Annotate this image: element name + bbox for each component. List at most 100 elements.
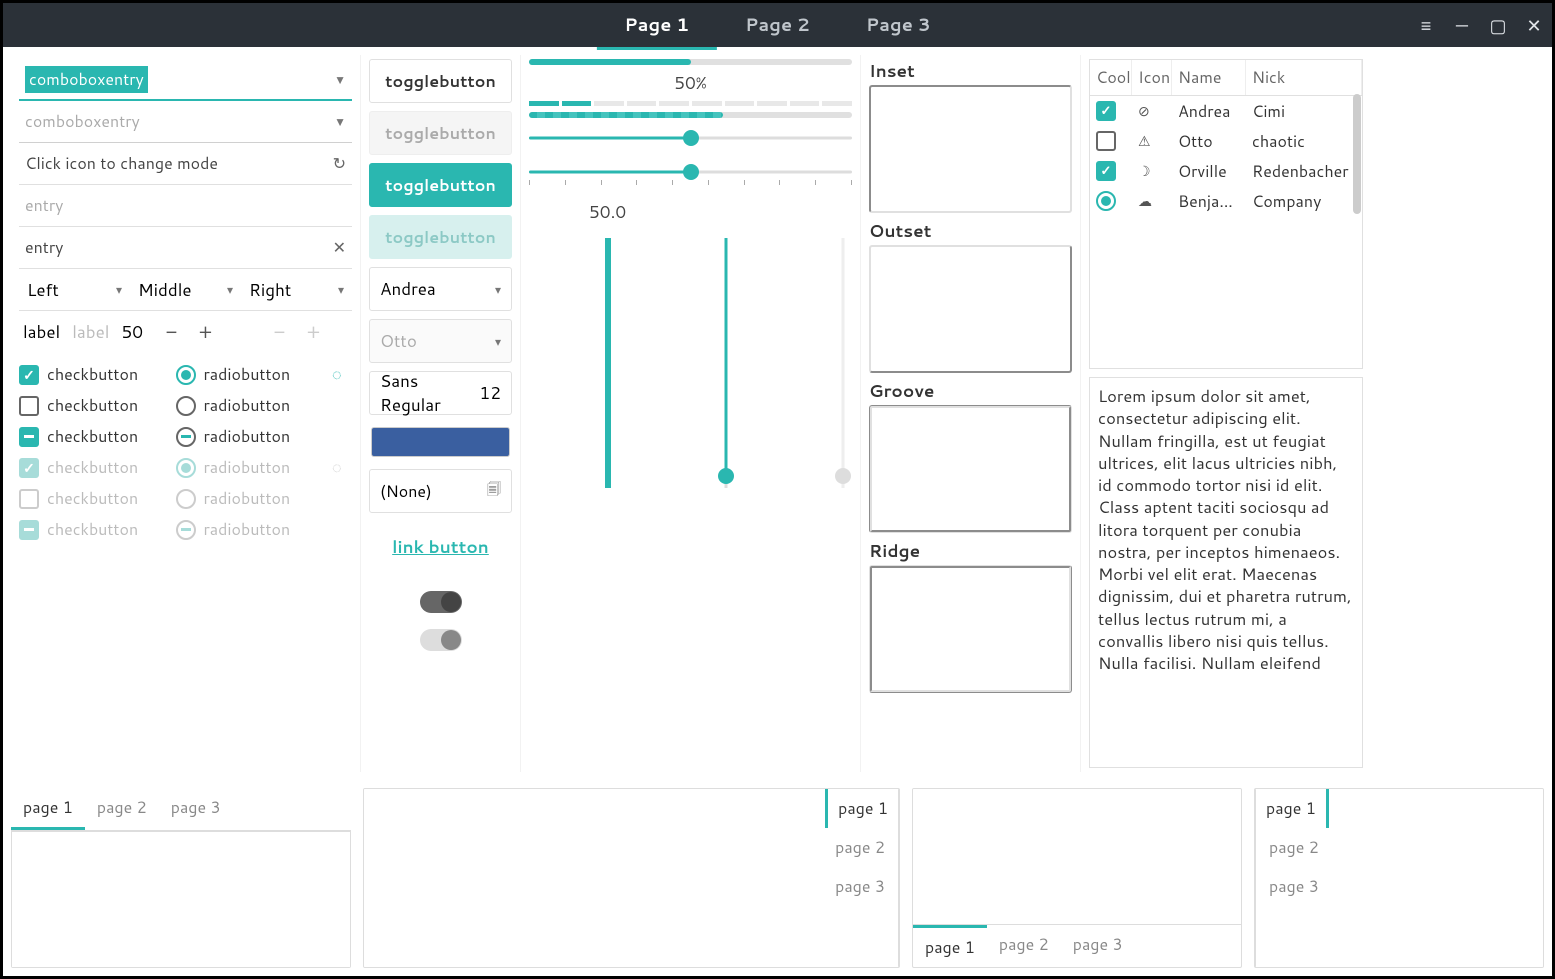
col-header-cool[interactable]: Cool <box>1090 60 1132 95</box>
row-check-icon[interactable] <box>1096 161 1116 181</box>
radio-icon <box>176 489 196 509</box>
row-check-icon[interactable] <box>1096 131 1116 151</box>
combo-value: comboboxentry <box>25 66 148 93</box>
font-chooser-button[interactable]: Sans Regular12 <box>369 371 512 415</box>
mode-entry[interactable]: Click icon to change mode ↻ <box>19 143 352 185</box>
checkbutton[interactable]: checkbutton <box>19 425 170 448</box>
frame-label-ridge: Ridge <box>869 539 1072 563</box>
radiobutton[interactable]: radiobutton <box>176 425 327 448</box>
frame-inset <box>869 85 1072 213</box>
checkbox-icon <box>19 489 39 509</box>
nb-tab-2[interactable]: page 2 <box>1256 828 1329 867</box>
comboboxentry-disabled: comboboxentry ▼ <box>19 101 352 143</box>
frame-ridge <box>869 565 1072 693</box>
table-row[interactable]: ⚠ Otto chaotic <box>1090 126 1362 156</box>
scale-v2[interactable] <box>717 238 735 488</box>
nb-tab-2[interactable]: page 2 <box>987 925 1061 967</box>
radiobutton[interactable]: radiobutton <box>176 394 327 417</box>
checkbutton[interactable]: checkbutton <box>19 363 170 386</box>
maximize-icon[interactable]: ▢ <box>1480 3 1516 47</box>
table-row[interactable]: ☽ Orville Redenbacher <box>1090 156 1362 186</box>
col-header-icon[interactable]: Icon <box>1132 60 1172 95</box>
checkbutton[interactable]: checkbutton <box>19 394 170 417</box>
entry-with-clear[interactable]: entry ✕ <box>19 227 352 269</box>
nb-tab-1[interactable]: page 1 <box>11 788 85 830</box>
cell-name: Otto <box>1172 128 1246 155</box>
togglebutton-active[interactable]: togglebutton <box>369 163 512 207</box>
radiobutton[interactable]: radiobutton <box>176 363 327 386</box>
nb-tab-2[interactable]: page 2 <box>825 828 898 867</box>
name-dropdown[interactable]: Andrea▾ <box>369 267 512 311</box>
dropdown-left[interactable]: Left▾ <box>19 269 130 311</box>
dropdown-label: Right <box>249 278 291 302</box>
file-chooser-button[interactable]: (None)🗐 <box>369 469 512 513</box>
refresh-icon[interactable]: ↻ <box>333 152 346 175</box>
dropdown-right[interactable]: Right▾ <box>241 269 352 311</box>
textview[interactable]: Lorem ipsum dolor sit amet, consectetur … <box>1089 377 1363 768</box>
entry-placeholder[interactable]: entry <box>19 185 352 227</box>
nb-tab-3[interactable]: page 3 <box>159 788 233 830</box>
nb-tab-3[interactable]: page 3 <box>1256 867 1329 906</box>
togglebutton[interactable]: togglebutton <box>369 59 512 103</box>
clear-icon[interactable]: ✕ <box>333 236 346 259</box>
row-icon: ☁ <box>1138 191 1152 211</box>
tab-page-1[interactable]: Page 1 <box>596 1 717 50</box>
minimize-icon[interactable]: — <box>1444 3 1480 47</box>
nb-tab-1[interactable]: page 1 <box>913 925 987 967</box>
dropdown-middle[interactable]: Middle▾ <box>130 269 241 311</box>
treeview[interactable]: Cool Icon Name Nick ⊘ Andrea Cimi ⚠ Otto… <box>1089 59 1363 369</box>
scrollbar[interactable] <box>1353 94 1361 214</box>
nb-tab-1[interactable]: page 1 <box>1256 789 1329 828</box>
frame-label-groove: Groove <box>869 379 1072 403</box>
close-icon[interactable]: ✕ <box>1516 3 1552 47</box>
switch-on[interactable] <box>420 591 462 613</box>
checkbutton-disabled: checkbutton <box>19 518 170 541</box>
row-radio-icon[interactable] <box>1096 191 1116 211</box>
scale-v1[interactable] <box>599 238 617 488</box>
stepper-minus-icon: − <box>267 320 291 344</box>
check-radio-grid: checkbutton radiobutton ◌ checkbutton ra… <box>19 363 352 541</box>
col-header-nick[interactable]: Nick <box>1246 60 1362 95</box>
link-button[interactable]: link button <box>369 521 512 573</box>
color-chooser-button[interactable] <box>371 427 510 457</box>
row-check-icon[interactable] <box>1096 101 1116 121</box>
nb-tab-1[interactable]: page 1 <box>825 789 898 828</box>
checkbox-icon <box>19 365 39 385</box>
scale-h1[interactable] <box>529 124 852 152</box>
chevron-down-icon: ▾ <box>227 281 233 298</box>
spinner-icon-disabled: ◌ <box>332 456 352 479</box>
radiobutton-disabled: radiobutton <box>176 487 327 510</box>
stepper-plus-icon[interactable]: + <box>193 320 217 344</box>
quantity-stepper-disabled: − + <box>229 320 325 344</box>
cell-nick: Company <box>1246 188 1362 215</box>
radio-label: radiobutton <box>204 394 291 417</box>
stepper-plus-icon: + <box>301 320 325 344</box>
toggle-column: togglebutton togglebutton togglebutton t… <box>361 55 521 772</box>
cell-nick: Cimi <box>1246 98 1362 125</box>
hamburger-icon[interactable]: ≡ <box>1408 3 1444 47</box>
font-name: Sans Regular <box>380 369 471 417</box>
col-header-name[interactable]: Name <box>1172 60 1246 95</box>
radiobutton-disabled: radiobutton <box>176 518 327 541</box>
switch-group <box>369 591 512 651</box>
frame-label-outset: Outset <box>869 219 1072 243</box>
tab-page-3[interactable]: Page 3 <box>838 1 959 50</box>
switch-off[interactable] <box>420 629 462 651</box>
scale-h2[interactable] <box>529 158 852 186</box>
nb-tab-3[interactable]: page 3 <box>825 867 898 906</box>
table-row[interactable]: ⊘ Andrea Cimi <box>1090 96 1362 126</box>
nb-tab-2[interactable]: page 2 <box>85 788 159 830</box>
check-label: checkbutton <box>47 487 138 510</box>
stepper-minus-icon[interactable]: − <box>159 320 183 344</box>
comboboxentry-active[interactable]: comboboxentry ▼ <box>19 59 352 101</box>
header-tabs: Page 1 Page 2 Page 3 <box>596 1 958 50</box>
entry-text: Click icon to change mode <box>25 152 218 175</box>
cell-name: Benja... <box>1172 188 1246 215</box>
table-row[interactable]: ☁ Benja... Company <box>1090 186 1362 216</box>
quantity-stepper[interactable]: 50 − + <box>121 320 217 344</box>
notebook-right: page 1 page 2 page 3 <box>1254 788 1544 968</box>
nb-tab-3[interactable]: page 3 <box>1061 925 1135 967</box>
check-label: checkbutton <box>47 394 138 417</box>
bottom-notebooks: page 1 page 2 page 3 page 1 page 2 page … <box>3 780 1552 976</box>
tab-page-2[interactable]: Page 2 <box>717 1 838 50</box>
